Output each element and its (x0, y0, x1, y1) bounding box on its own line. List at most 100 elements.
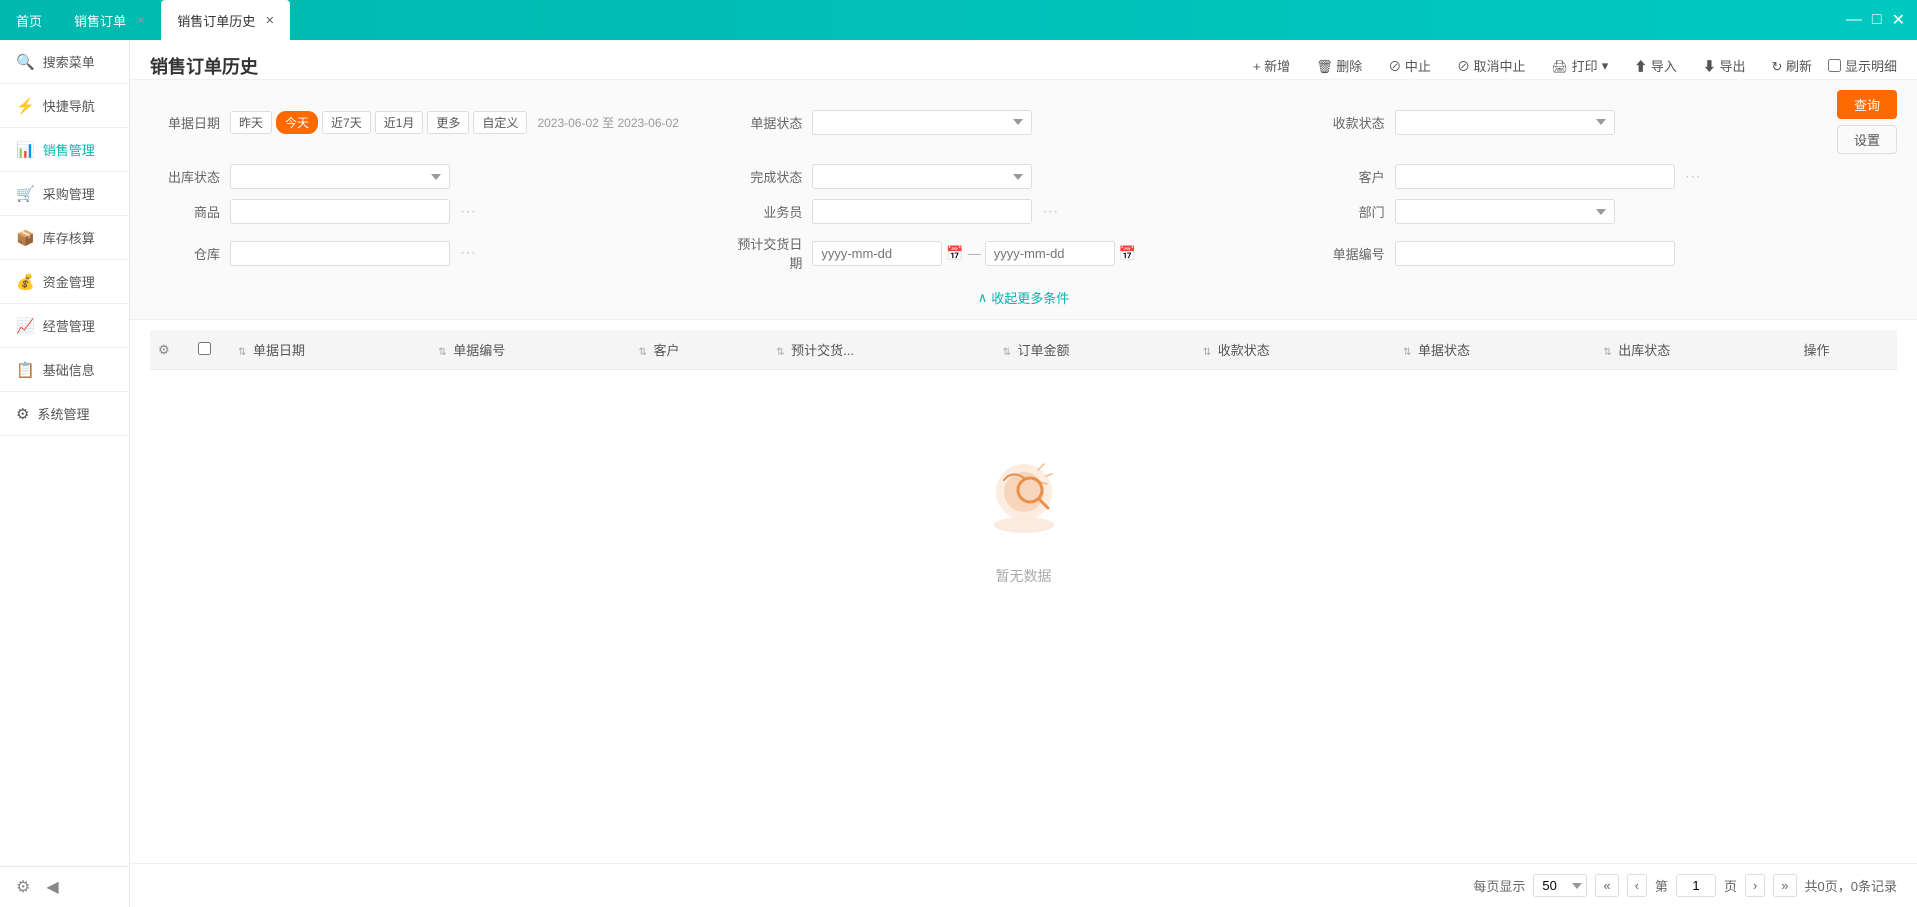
date-today[interactable]: 今天 (276, 111, 318, 134)
display-detail-checkbox[interactable] (1828, 59, 1841, 72)
salesman-filter: ··· (812, 199, 1314, 224)
customer-input[interactable] (1395, 164, 1675, 189)
next-page-button[interactable]: › (1745, 874, 1765, 897)
th-out-status[interactable]: ⇅ 出库状态 (1595, 330, 1795, 370)
th-bill-status[interactable]: ⇅ 单据状态 (1395, 330, 1595, 370)
delete-label: 🗑 删除 (1316, 56, 1362, 75)
out-stock-select[interactable] (230, 164, 450, 189)
sidebar-search[interactable]: 🔍 搜索菜单 (0, 40, 129, 84)
th-no[interactable]: ⇅ 单据编号 (430, 330, 630, 370)
customer-dots[interactable]: ··· (1685, 168, 1701, 186)
minimize-icon[interactable]: — (1846, 11, 1862, 29)
quick-nav-icon: ⚡ (16, 97, 35, 115)
sidebar-item-inventory[interactable]: 📦 库存核算 (0, 216, 129, 260)
dept-filter (1395, 199, 1897, 224)
customer-label: 客户 (1315, 167, 1395, 186)
import-label: ⬆ 导入 (1634, 56, 1677, 75)
pay-status-select[interactable] (1395, 110, 1615, 135)
bill-status-label: 单据状态 (732, 113, 812, 132)
sidebar-item-base-info[interactable]: 📋 基础信息 (0, 348, 129, 392)
date-7days[interactable]: 近7天 (322, 111, 371, 134)
export-button[interactable]: ⬇ 导出 (1693, 52, 1756, 79)
table-settings-icon[interactable]: ⚙ (158, 342, 170, 357)
sidebar-settings-icon[interactable]: ⚙ (16, 877, 30, 897)
th-action: 操作 (1796, 330, 1897, 370)
tab-sales-order-history-close[interactable]: ✕ (265, 14, 274, 27)
print-button[interactable]: 🖨 打印 ▾ (1542, 52, 1619, 79)
refresh-button[interactable]: ↻ 刷新 (1761, 52, 1822, 79)
import-button[interactable]: ⬆ 导入 (1624, 52, 1687, 79)
tab-sales-order-close[interactable]: ✕ (136, 14, 145, 27)
th-date-label: 单据日期 (253, 343, 305, 358)
calendar-from-icon[interactable]: 📅 (946, 245, 963, 262)
warehouse-input[interactable] (230, 241, 450, 266)
tab-sales-order[interactable]: 销售订单 ✕ (58, 0, 161, 40)
new-button[interactable]: + 新增 (1243, 52, 1300, 79)
sidebar-item-finance[interactable]: 💰 资金管理 (0, 260, 129, 304)
delivery-date-from[interactable] (812, 241, 942, 266)
goods-dots[interactable]: ··· (460, 203, 476, 221)
last-page-button[interactable]: » (1773, 874, 1796, 897)
sidebar-item-purchase-mgmt[interactable]: 🛒 采购管理 (0, 172, 129, 216)
print-dropdown-icon[interactable]: ▾ (1602, 58, 1609, 74)
date-yesterday[interactable]: 昨天 (230, 111, 272, 134)
salesman-input[interactable] (812, 199, 1032, 224)
warehouse-dots[interactable]: ··· (460, 244, 476, 262)
th-amount[interactable]: ⇅ 订单金额 (994, 330, 1194, 370)
maximize-icon[interactable]: □ (1872, 11, 1882, 29)
sidebar-item-system[interactable]: ⚙ 系统管理 (0, 392, 129, 436)
calendar-to-icon[interactable]: 📅 (1119, 245, 1136, 262)
display-detail-check[interactable]: 显示明细 (1828, 56, 1897, 75)
delivery-date-label: 预计交货日期 (732, 234, 812, 272)
tab-home[interactable]: 首页 (0, 0, 58, 40)
collapse-icon: ∧ (978, 290, 988, 306)
page-title: 销售订单历史 (150, 53, 258, 79)
salesman-dots[interactable]: ··· (1042, 203, 1058, 221)
date-custom[interactable]: 自定义 (473, 111, 527, 134)
sidebar-item-quick-nav[interactable]: ⚡ 快捷导航 (0, 84, 129, 128)
goods-input[interactable] (230, 199, 450, 224)
th-bill-status-label: 单据状态 (1418, 343, 1470, 358)
th-customer[interactable]: ⇅ 客户 (631, 330, 769, 370)
sidebar-item-operations[interactable]: 📈 经营管理 (0, 304, 129, 348)
stop-button[interactable]: ⊘ 中止 (1378, 52, 1441, 79)
order-no-input[interactable] (1395, 241, 1675, 266)
sidebar-item-sales-mgmt[interactable]: 📊 销售管理 (0, 128, 129, 172)
sidebar-item-sales-mgmt-label: 销售管理 (43, 140, 95, 159)
sort-pay-status-icon: ⇅ (1203, 347, 1211, 358)
data-table: ⚙ ⇅ 单据日期 ⇅ 单据编号 (150, 330, 1897, 370)
cancel-stop-button[interactable]: ⊘ 取消中止 (1447, 52, 1536, 79)
th-pay-status[interactable]: ⇅ 收款状态 (1195, 330, 1395, 370)
query-button[interactable]: 查询 (1837, 90, 1897, 119)
delivery-date-to[interactable] (985, 241, 1115, 266)
settings-filter-button[interactable]: 设置 (1837, 125, 1897, 154)
prev-page-button[interactable]: ‹ (1627, 874, 1647, 897)
dept-label: 部门 (1315, 202, 1395, 221)
first-page-button[interactable]: « (1595, 874, 1618, 897)
select-all-checkbox[interactable] (198, 342, 211, 355)
sidebar-item-finance-label: 资金管理 (43, 272, 95, 291)
date-1month[interactable]: 近1月 (375, 111, 424, 134)
sort-out-status-icon: ⇅ (1603, 347, 1611, 358)
dept-select[interactable] (1395, 199, 1615, 224)
per-page-select[interactable]: 50 10 20 100 (1533, 874, 1587, 897)
empty-text: 暂无数据 (996, 566, 1052, 586)
sidebar-collapse-icon[interactable]: ◀ (46, 877, 58, 897)
sort-delivery-icon: ⇅ (776, 347, 784, 358)
main-layout: 🔍 搜索菜单 ⚡ 快捷导航 📊 销售管理 🛒 采购管理 📦 库存核算 💰 资金管… (0, 40, 1917, 907)
complete-select[interactable] (812, 164, 1032, 189)
date-more[interactable]: 更多 (427, 111, 469, 134)
filter-row-1: 单据日期 昨天 今天 近7天 近1月 更多 自定义 2023-06-02 至 2… (150, 90, 1897, 154)
th-date[interactable]: ⇅ 单据日期 (230, 330, 430, 370)
th-no-label: 单据编号 (453, 343, 505, 358)
th-delivery[interactable]: ⇅ 预计交货... (768, 330, 994, 370)
date-shortcuts: 昨天 今天 近7天 近1月 更多 自定义 (230, 111, 527, 134)
empty-state: 暂无数据 (150, 370, 1897, 666)
bill-status-select[interactable] (812, 110, 1032, 135)
delete-button[interactable]: 🗑 删除 (1306, 52, 1372, 79)
current-page-input[interactable] (1676, 874, 1716, 897)
window-close-icon[interactable]: ✕ (1892, 10, 1905, 30)
tab-sales-order-history[interactable]: 销售订单历史 ✕ (161, 0, 290, 40)
collapse-link[interactable]: ∧ 收起更多条件 (150, 282, 1897, 309)
sidebar-item-system-label: 系统管理 (37, 404, 89, 423)
